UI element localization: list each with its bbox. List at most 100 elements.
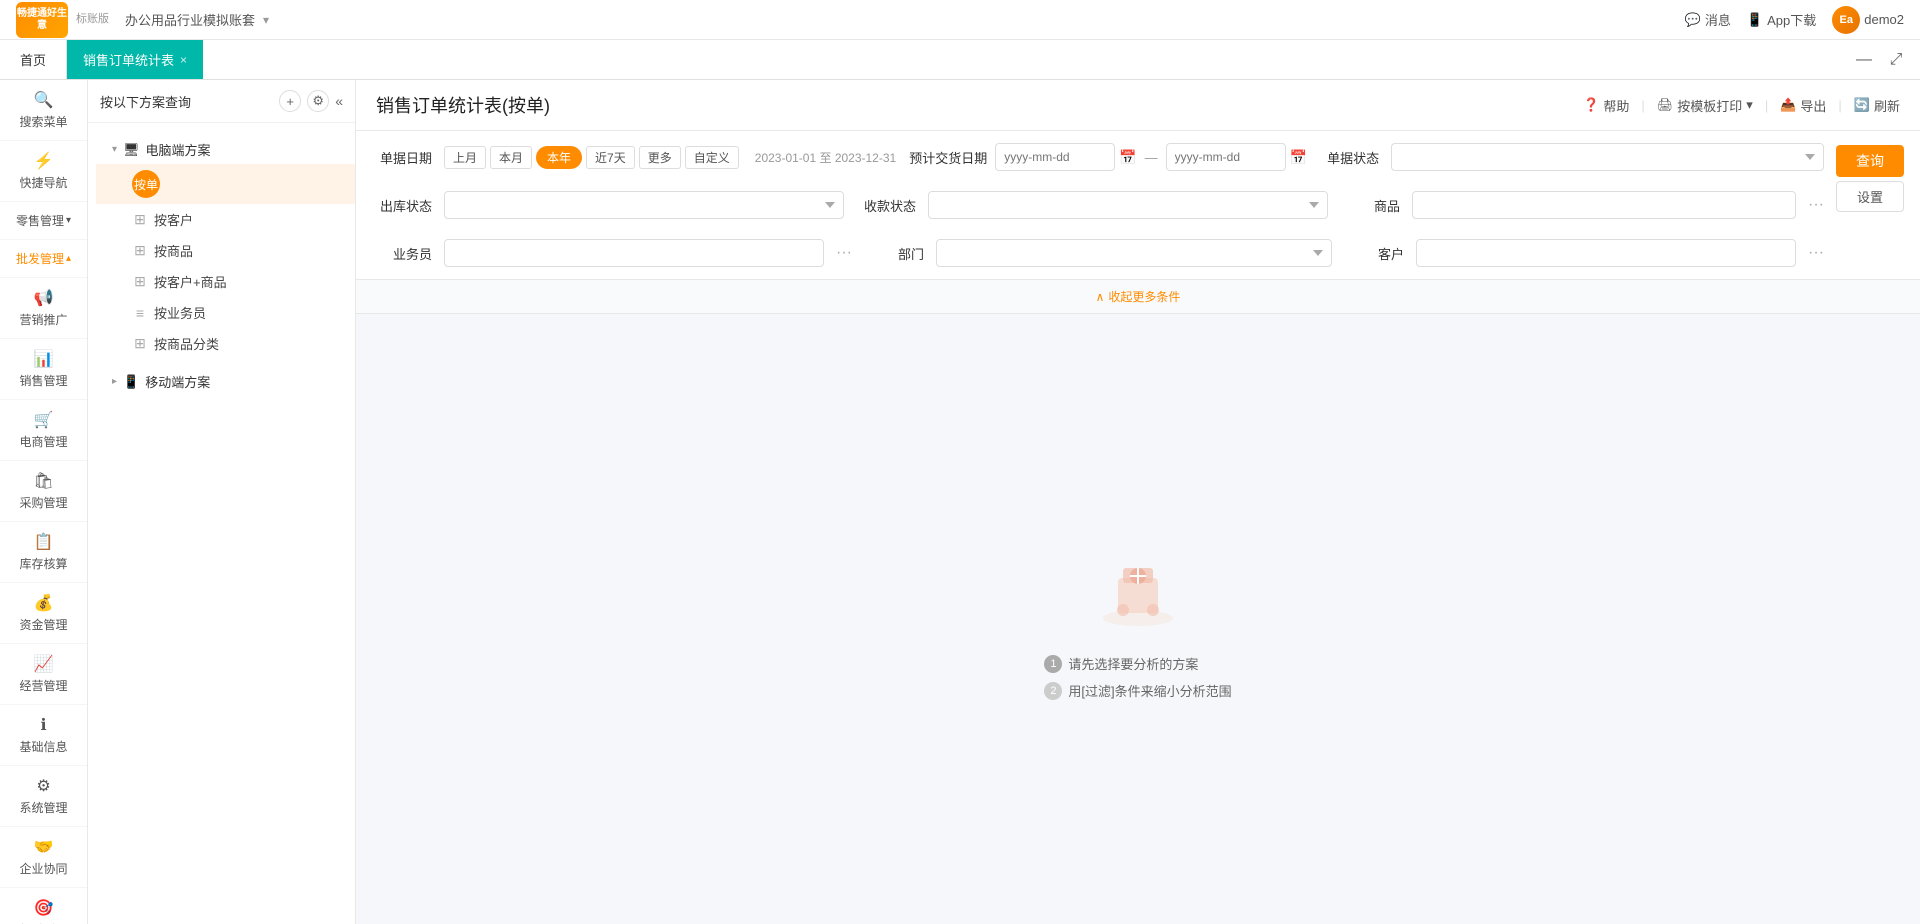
date-dash: — [1145, 150, 1158, 165]
scheme-item-by-order[interactable]: 按单 [96, 164, 355, 204]
salesman-input[interactable] [444, 239, 824, 267]
mobile-scheme-group: ▸ 📱 移动端方案 [88, 363, 355, 400]
scheme-item-by-customer-product[interactable]: ⊞ 按客户+商品 [96, 266, 355, 297]
newbie-icon: 🎯 [34, 898, 54, 918]
add-scheme-btn[interactable]: + [279, 90, 301, 112]
settings-button[interactable]: 设置 [1836, 181, 1904, 212]
sidebar-item-basic-info-label: 基础信息 [19, 738, 67, 755]
print-icon: 🖨 [1657, 97, 1674, 113]
sidebar-item-marketing[interactable]: 📢 营销推广 [0, 278, 87, 339]
system-icon: ⚙ [36, 776, 50, 796]
wholesale-label: 批发管理 [16, 250, 64, 267]
date-btn-more[interactable]: 更多 [639, 146, 681, 169]
app-title: 办公用品行业模拟账套 [125, 10, 255, 29]
page-title: 销售订单统计表(按单) [376, 92, 550, 118]
date-btn-this-month[interactable]: 本月 [490, 146, 532, 169]
help-btn[interactable]: ❓ 帮助 [1583, 96, 1629, 115]
ship-status-select[interactable] [444, 191, 844, 219]
sidebar-item-sales[interactable]: 📊 销售管理 [0, 339, 87, 400]
tip-text-2: 用[过滤]条件来缩小分析范围 [1068, 681, 1231, 700]
finance-icon: 💰 [34, 593, 54, 613]
forecast-date-end-input[interactable] [1166, 143, 1286, 171]
tab-minimize-btn[interactable]: — [1852, 48, 1876, 72]
pc-scheme-items: 按单 ⊞ 按客户 ⊞ 按商品 ⊞ 按客户+商品 [88, 164, 355, 359]
sidebar-item-ecommerce-label: 电商管理 [19, 433, 67, 450]
payment-status-select[interactable] [928, 191, 1328, 219]
sidebar-item-system[interactable]: ⚙ 系统管理 [0, 766, 87, 827]
collapse-conditions-btn[interactable]: ∧ 收起更多条件 [1096, 288, 1181, 305]
sidebar-item-retail[interactable]: 零售管理 ▾ [0, 202, 87, 240]
message-btn[interactable]: 💬 消息 [1685, 10, 1731, 29]
scheme-icon-product: ⊞ [132, 242, 148, 259]
operations-icon: 📈 [34, 654, 54, 674]
sidebar-item-operations-label: 经营管理 [19, 677, 67, 694]
message-label: 消息 [1705, 10, 1731, 29]
scheme-icon-customer: ⊞ [132, 211, 148, 228]
sidebar-item-sales-label: 销售管理 [19, 372, 67, 389]
basic-info-icon: ℹ [40, 715, 46, 735]
date-btn-7days[interactable]: 近7天 [586, 146, 635, 169]
refresh-btn[interactable]: 🔄 刷新 [1854, 96, 1900, 115]
order-status-select[interactable] [1391, 143, 1824, 171]
sidebar-item-purchase[interactable]: 🛍 采购管理 [0, 461, 87, 522]
query-button[interactable]: 查询 [1836, 145, 1904, 177]
sidebar-item-enterprise[interactable]: 🤝 企业协同 [0, 827, 87, 888]
topbar: 畅捷通好生意 标账版 办公用品行业模拟账套 ▾ 💬 消息 📱 App下载 Ea … [0, 0, 1920, 40]
sidebar-item-inventory[interactable]: 📋 库存核算 [0, 522, 87, 583]
calendar-start-icon[interactable]: 📅 [1119, 149, 1136, 166]
date-btn-this-year[interactable]: 本年 [536, 146, 582, 169]
tab-close-icon[interactable]: × [180, 53, 187, 67]
customer-input[interactable] [1416, 239, 1796, 267]
sidebar-item-finance[interactable]: 💰 资金管理 [0, 583, 87, 644]
sidebar-item-ecommerce[interactable]: 🛒 电商管理 [0, 400, 87, 461]
pc-scheme-header[interactable]: ▾ 🖥 电脑端方案 [88, 135, 355, 164]
salesman-more-icon[interactable]: ··· [836, 244, 852, 262]
app-download-btn[interactable]: 📱 App下载 [1747, 10, 1816, 29]
sidebar-item-wholesale[interactable]: 批发管理 ▴ [0, 240, 87, 278]
customer-more-icon[interactable]: ··· [1808, 244, 1824, 262]
order-status-label: 单据状态 [1319, 148, 1379, 167]
sidebar-item-operations[interactable]: 📈 经营管理 [0, 644, 87, 705]
collapse-panel-btn[interactable]: « [335, 93, 343, 109]
settings-scheme-btn[interactable]: ⚙ [307, 90, 329, 112]
mobile-scheme-header[interactable]: ▸ 📱 移动端方案 [88, 367, 355, 396]
tip-number-2: 2 [1044, 682, 1062, 700]
message-icon: 💬 [1685, 12, 1701, 28]
scheme-item-by-product[interactable]: ⊞ 按商品 [96, 235, 355, 266]
department-select[interactable] [936, 239, 1332, 267]
date-btn-custom[interactable]: 自定义 [685, 146, 739, 169]
app-title-dropdown-icon[interactable]: ▾ [263, 13, 269, 27]
retail-arrow-icon: ▾ [66, 215, 71, 226]
scheme-label-product: 按商品 [154, 241, 193, 260]
scheme-icon-customer-product: ⊞ [132, 273, 148, 290]
scheme-item-by-category[interactable]: ⊞ 按商品分类 [96, 328, 355, 359]
export-btn[interactable]: 📤 导出 [1780, 96, 1826, 115]
product-input[interactable] [1412, 191, 1796, 219]
tab-home[interactable]: 首页 [0, 40, 67, 79]
empty-tips: 1 请先选择要分析的方案 2 用[过滤]条件来缩小分析范围 [1044, 654, 1231, 700]
sidebar-item-search[interactable]: 🔍 搜索菜单 [0, 80, 87, 141]
sidebar-item-newbie[interactable]: 🎯 新手引导 [0, 888, 87, 924]
sidebar-item-quick-nav[interactable]: ⚡ 快捷导航 [0, 141, 87, 202]
date-btn-prev-month[interactable]: 上月 [444, 146, 486, 169]
empty-tip-2: 2 用[过滤]条件来缩小分析范围 [1044, 681, 1231, 700]
print-btn[interactable]: 🖨 按模板打印 ▾ [1657, 96, 1753, 115]
refresh-icon: 🔄 [1854, 97, 1870, 113]
left-panel-header: 按以下方案查询 + ⚙ « [88, 80, 355, 123]
help-icon: ❓ [1583, 97, 1599, 113]
scheme-item-by-customer[interactable]: ⊞ 按客户 [96, 204, 355, 235]
tab-maximize-btn[interactable]: ⤢ [1884, 48, 1908, 72]
forecast-date-start-input[interactable] [995, 143, 1115, 171]
filter-row-2: 出库状态 收款状态 商品 ··· [372, 191, 1824, 219]
sidebar-item-basic-info[interactable]: ℹ 基础信息 [0, 705, 87, 766]
download-icon: 📱 [1747, 12, 1763, 28]
page-title-actions: ❓ 帮助 | 🖨 按模板打印 ▾ | 📤 导出 | [1583, 96, 1900, 115]
retail-label: 零售管理 [16, 212, 64, 229]
user-info[interactable]: Ea demo2 [1832, 6, 1904, 34]
scheme-item-by-salesman[interactable]: ≡ 按业务员 [96, 297, 355, 328]
logo-text: 畅捷通好生意 [16, 8, 68, 32]
tab-sales-statistics[interactable]: 销售订单统计表 × [67, 40, 203, 79]
active-scheme-indicator: 按单 [132, 170, 160, 198]
calendar-end-icon[interactable]: 📅 [1290, 149, 1307, 166]
product-more-icon[interactable]: ··· [1808, 196, 1824, 214]
